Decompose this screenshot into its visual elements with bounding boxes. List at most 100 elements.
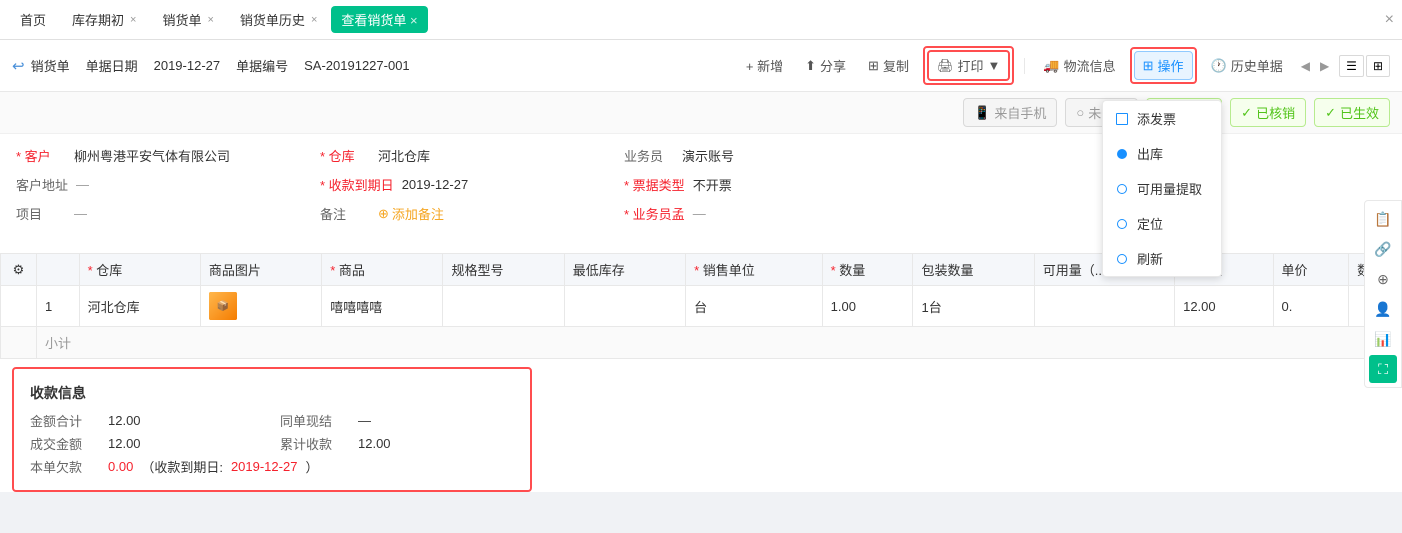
prev-arrow[interactable]: ◀ xyxy=(1297,57,1314,75)
share-btn[interactable]: ⬆ 分享 xyxy=(797,52,854,79)
available-qty-label: 可用量提取 xyxy=(1137,179,1202,198)
col-spec: 规格型号 xyxy=(443,254,564,286)
sold-icon: ✓ xyxy=(1241,105,1252,121)
history-icon: 🕐 xyxy=(1211,58,1227,74)
logistics-btn[interactable]: 🚚 物流信息 xyxy=(1035,52,1123,79)
cumulative-label: 累计收款 xyxy=(280,434,350,453)
total-value: 12.00 xyxy=(108,413,141,428)
summary-total-row: 金额合计 12.00 xyxy=(30,411,264,430)
row-current-stock: 12.00 xyxy=(1175,286,1273,327)
add-note-btn[interactable]: ⊕ 添加备注 xyxy=(378,204,444,223)
same-order-value: — xyxy=(358,413,371,428)
sidebar-chart-icon[interactable]: 📊 xyxy=(1369,325,1397,353)
next-arrow[interactable]: ▶ xyxy=(1316,57,1333,75)
deal-amount-value: 12.00 xyxy=(108,436,141,451)
note-label: 备注 xyxy=(320,204,370,223)
outbound-label: 出库 xyxy=(1137,144,1163,163)
sidebar-clipboard-icon[interactable]: 📋 xyxy=(1369,205,1397,233)
tab-home[interactable]: 首页 xyxy=(8,4,58,36)
sidebar-user-icon[interactable]: 👤 xyxy=(1369,295,1397,323)
grid-view-btn[interactable]: ⊞ xyxy=(1366,55,1390,77)
current-due-label: 本单欠款 xyxy=(30,457,100,476)
list-view-btn[interactable]: ☰ xyxy=(1339,55,1364,77)
from-phone-btn[interactable]: 📱 来自手机 xyxy=(963,98,1057,127)
col-pack-qty: 包装数量 xyxy=(913,254,1034,286)
close-window-btn[interactable]: × xyxy=(1385,11,1394,29)
already-effective-btn[interactable]: ✓ 已生效 xyxy=(1314,98,1390,127)
note-field: 备注 ⊕ 添加备注 xyxy=(320,204,600,223)
doc-actions: + 新增 ⬆ 分享 ⊞ 复制 🖨 打印 ▼ xyxy=(738,46,1390,85)
project-label: 项目 xyxy=(16,204,66,223)
subtotal-row: 小计 xyxy=(1,327,1402,359)
doc-type-icon: ↩ xyxy=(12,57,25,75)
sidebar-expand-icon[interactable]: ⛶ xyxy=(1369,355,1397,383)
tab-inventory-init[interactable]: 库存期初 × xyxy=(60,4,148,36)
dropdown-locate[interactable]: 定位 xyxy=(1103,206,1221,241)
address-field: 客户地址 — xyxy=(16,175,296,194)
print-btn[interactable]: 🖨 打印 ▼ xyxy=(927,50,1010,81)
doc-meta: 单据日期 2019-12-27 单据编号 SA-20191227-001 xyxy=(86,56,410,75)
col-sales-unit: * 销售单位 xyxy=(686,254,823,286)
col-warehouse: * 仓库 xyxy=(79,254,200,286)
operation-btn[interactable]: ⊞ 操作 xyxy=(1134,51,1193,80)
tab-sales-history[interactable]: 销货单历史 × xyxy=(228,4,329,36)
col-product-img: 商品图片 xyxy=(200,254,321,286)
copy-icon: ⊞ xyxy=(868,58,879,74)
col-quantity: * 数量 xyxy=(822,254,913,286)
add-invoice-icon xyxy=(1115,112,1129,126)
tab-close-sales[interactable]: × xyxy=(207,14,213,26)
customer-label: 客户 xyxy=(16,146,66,165)
no-value: SA-20191227-001 xyxy=(304,58,410,73)
staff-value: 演示账号 xyxy=(682,146,734,165)
history-btn[interactable]: 🕐 历史单据 xyxy=(1203,52,1291,79)
subtotal-gear xyxy=(1,327,37,359)
doc-title-section: ↩ 销货单 xyxy=(12,56,70,75)
due-note-end: ） xyxy=(305,457,318,476)
new-btn[interactable]: + 新增 xyxy=(738,52,791,79)
customer-field: 客户 柳州粤港平安气体有限公司 xyxy=(16,146,296,165)
salesperson-label: 业务员孟 xyxy=(624,204,685,223)
summary-cumulative-row: 累计收款 12.00 xyxy=(280,434,514,453)
ticket-value: 不开票 xyxy=(693,175,732,194)
col-unit-price: 单价 xyxy=(1273,254,1349,286)
row-sales-unit: 台 xyxy=(686,286,823,327)
summary-grid: 金额合计 12.00 同单现结 — 成交金额 12.00 累计收款 12.00 … xyxy=(30,411,514,476)
doc-header: ↩ 销货单 单据日期 2019-12-27 单据编号 SA-20191227-0… xyxy=(0,40,1402,92)
row-pack-qty: 1台 xyxy=(913,286,1034,327)
cumulative-value: 12.00 xyxy=(358,436,391,451)
summary-due-row: 本单欠款 0.00 （收款到期日: 2019-12-27 ） xyxy=(30,457,514,476)
ticket-label: 票据类型 xyxy=(624,175,685,194)
available-qty-icon xyxy=(1115,182,1129,196)
dropdown-outbound[interactable]: 出库 xyxy=(1103,136,1221,171)
add-invoice-label: 添发票 xyxy=(1137,109,1176,128)
row-product-img: 📦 xyxy=(200,286,321,327)
locate-label: 定位 xyxy=(1137,214,1163,233)
tab-close-view-sales[interactable]: × xyxy=(410,13,418,28)
tab-close-inventory[interactable]: × xyxy=(130,14,136,26)
dropdown-available-qty[interactable]: 可用量提取 xyxy=(1103,171,1221,206)
operation-btn-highlighted: ⊞ 操作 xyxy=(1130,47,1197,84)
dropdown-add-invoice[interactable]: 添发票 xyxy=(1103,101,1221,136)
row-min-stock xyxy=(564,286,685,327)
staff-label: 业务员 xyxy=(624,146,674,165)
col-min-stock: 最低库存 xyxy=(564,254,685,286)
col-product: * 商品 xyxy=(322,254,443,286)
tab-view-sales[interactable]: 查看销货单 × xyxy=(331,6,427,33)
address-value: — xyxy=(76,177,89,192)
effective-icon: ✓ xyxy=(1325,105,1336,121)
tab-sales-order[interactable]: 销货单 × xyxy=(150,4,225,36)
print-icon: 🖨 xyxy=(937,58,954,74)
sidebar-add-icon[interactable]: ⊕ xyxy=(1369,265,1397,293)
nav-arrows: ◀ ▶ xyxy=(1297,57,1333,75)
view-toggle: ☰ ⊞ xyxy=(1339,55,1390,77)
copy-btn[interactable]: ⊞ 复制 xyxy=(860,52,917,79)
sidebar-link-icon[interactable]: 🔗 xyxy=(1369,235,1397,263)
already-sold-btn[interactable]: ✓ 已核销 xyxy=(1230,98,1306,127)
dropdown-refresh[interactable]: 刷新 xyxy=(1103,241,1221,276)
tab-close-history[interactable]: × xyxy=(311,14,317,26)
summary-deal-row: 成交金额 12.00 xyxy=(30,434,264,453)
same-order-label: 同单现结 xyxy=(280,411,350,430)
summary-same-order-row: 同单现结 — xyxy=(280,411,514,430)
subtotal-label: 小计 xyxy=(37,327,1402,359)
row-quantity: 1.00 xyxy=(822,286,913,327)
